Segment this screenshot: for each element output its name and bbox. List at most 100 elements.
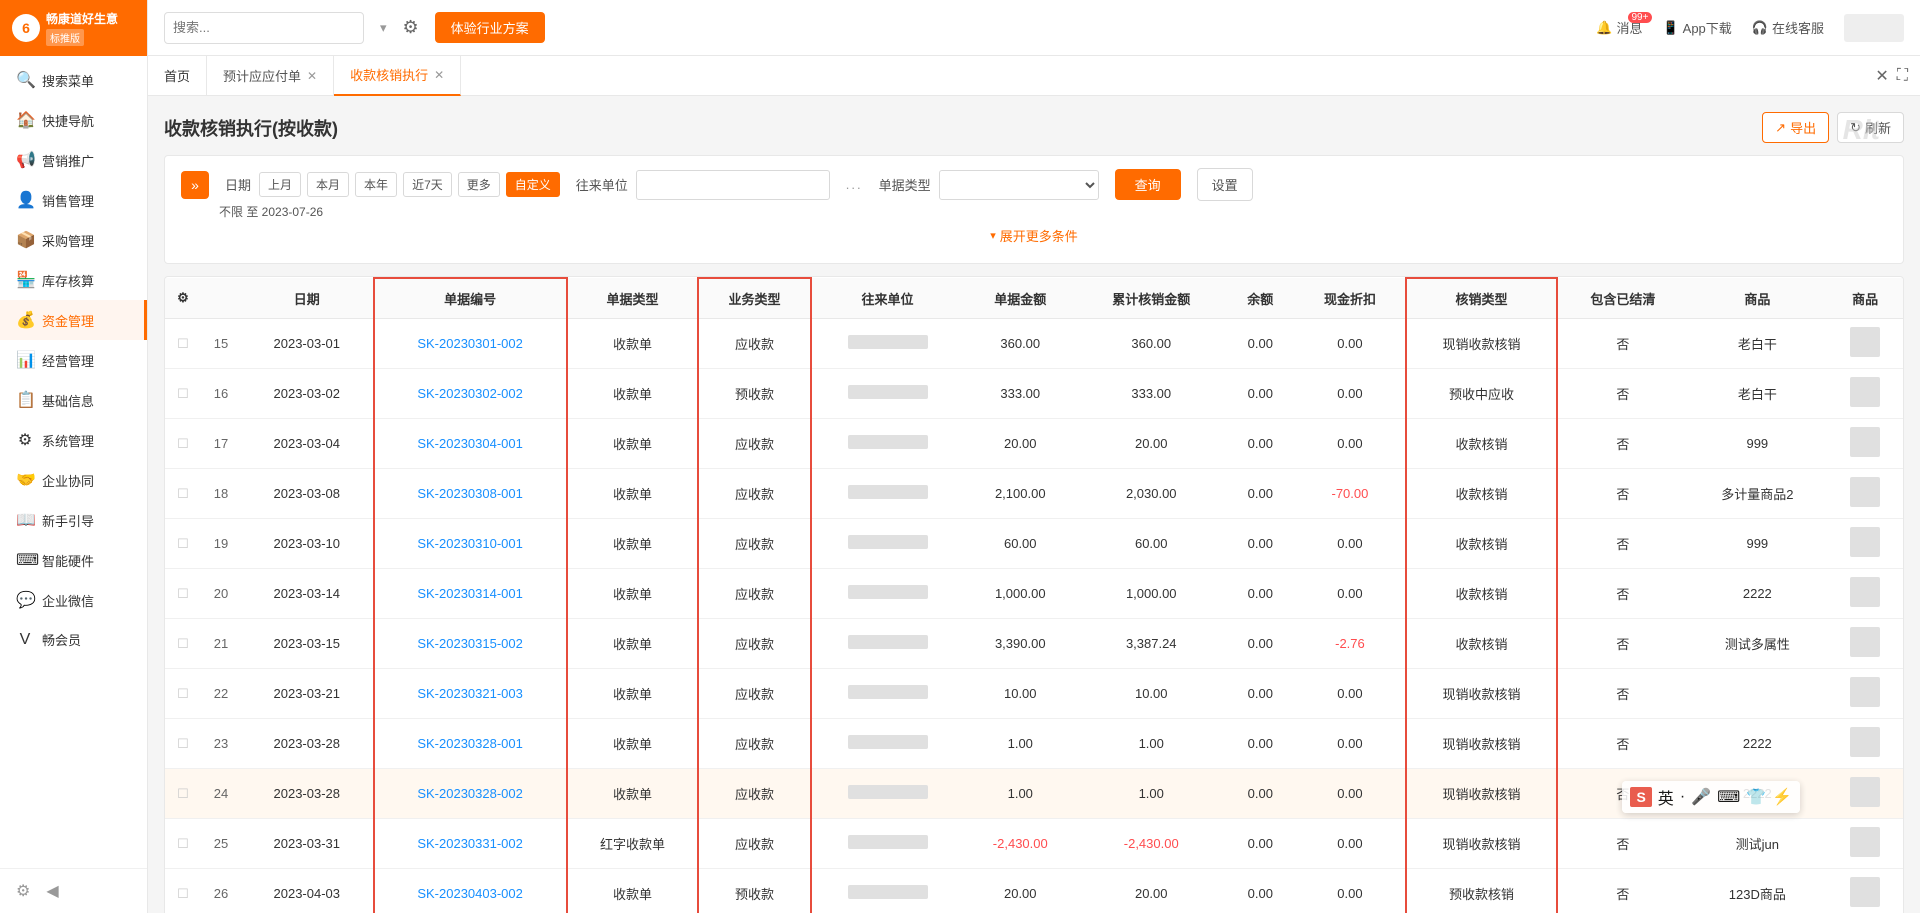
watermark-grid-icon: ⚡ <box>1772 787 1792 807</box>
headset-icon: 🎧 <box>1752 20 1768 36</box>
tab-prepay-close[interactable]: ✕ <box>307 69 317 83</box>
sidebar-item-search[interactable]: 🔍搜索菜单 <box>0 60 147 100</box>
watermark-row: S 英 · 🎤 ⌨ 👕 ⚡ <box>1622 781 1800 813</box>
page-header: 收款核销执行(按收款) ↗ 导出 ↻ 刷新 <box>164 112 1904 143</box>
topbar-gear-icon[interactable]: ⚙ <box>403 17 419 38</box>
row-checkbox[interactable]: ☐ <box>177 886 189 901</box>
table-header-row: ⚙ 日期 单据编号 单据类型 业务类型 往来单位 单据金额 累计核销金额 余额 … <box>165 278 1903 319</box>
inventory-icon: 🏪 <box>16 270 34 290</box>
row-checkbox[interactable]: ☐ <box>177 436 189 451</box>
close-all-icon[interactable]: ✕ <box>1875 66 1888 86</box>
sidebar-item-basicinfo[interactable]: 📋基础信息 <box>0 380 147 420</box>
notification-item[interactable]: 🔔 消息 99+ <box>1596 18 1642 37</box>
watermark-dot: · <box>1680 788 1685 806</box>
filter-btn-7days[interactable]: 近7天 <box>403 172 452 197</box>
watermark-keyboard-icon: ⌨ <box>1717 787 1740 807</box>
tab-collection-close[interactable]: ✕ <box>434 68 444 82</box>
guide-icon: 📖 <box>16 510 34 530</box>
filter-expand-btn[interactable]: » <box>181 171 209 199</box>
filter-partner-input[interactable] <box>636 170 830 200</box>
online-service-item[interactable]: 🎧 在线客服 <box>1752 18 1824 37</box>
sidebar-item-system[interactable]: ⚙系统管理 <box>0 420 147 460</box>
filter-btn-this-month[interactable]: 本月 <box>307 172 349 197</box>
tab-home[interactable]: 首页 <box>148 56 207 96</box>
settings-button[interactable]: 设置 <box>1197 168 1253 201</box>
tab-prepay[interactable]: 预计应应付单 ✕ <box>207 56 334 96</box>
sidebar-item-member[interactable]: V畅会员 <box>0 620 147 659</box>
filter-btn-this-year[interactable]: 本年 <box>355 172 397 197</box>
doc-no-link[interactable]: SK-20230328-001 <box>417 736 523 751</box>
filter-doctype-select[interactable] <box>939 170 1099 200</box>
table-row: ☐162023-03-02SK-20230302-002收款单预收款333.00… <box>165 369 1903 419</box>
tab-collection[interactable]: 收款核销执行 ✕ <box>334 56 461 96</box>
topbar-search-input[interactable] <box>164 12 364 44</box>
row-checkbox[interactable]: ☐ <box>177 486 189 501</box>
doc-no-link[interactable]: SK-20230328-002 <box>417 786 523 801</box>
sidebar-item-purchase[interactable]: 📦采购管理 <box>0 220 147 260</box>
export-button[interactable]: ↗ 导出 <box>1762 112 1829 143</box>
watermark: S 英 · 🎤 ⌨ 👕 ⚡ <box>1622 781 1800 813</box>
table-row: ☐252023-03-31SK-20230331-002红字收款单应收款-2,4… <box>165 819 1903 869</box>
doc-no-link[interactable]: SK-20230302-002 <box>417 386 523 401</box>
row-checkbox[interactable]: ☐ <box>177 586 189 601</box>
table-wrap[interactable]: ⚙ 日期 单据编号 单据类型 业务类型 往来单位 单据金额 累计核销金额 余额 … <box>165 277 1903 913</box>
table-row: ☐152023-03-01SK-20230301-002收款单应收款360.00… <box>165 319 1903 369</box>
app-download-item[interactable]: 📱 App下载 <box>1662 18 1731 37</box>
topbar-dropdown-icon[interactable]: ▾ <box>380 20 387 36</box>
settings-bottom-icon[interactable]: ⚙ <box>16 881 30 901</box>
doc-no-link[interactable]: SK-20230403-002 <box>417 886 523 901</box>
watermark-mic-icon: 🎤 <box>1691 787 1711 807</box>
filter-btn-custom[interactable]: 自定义 <box>506 172 560 197</box>
topbar: ▾ ⚙ 体验行业方案 🔔 消息 99+ 📱 App下载 🎧 在线客服 <box>148 0 1920 56</box>
doc-no-link[interactable]: SK-20230321-003 <box>417 686 523 701</box>
filter-expand-more[interactable]: ▾ 展开更多条件 <box>181 220 1887 251</box>
sidebar-item-wechat[interactable]: 💬企业微信 <box>0 580 147 620</box>
row-checkbox[interactable]: ☐ <box>177 336 189 351</box>
sidebar-item-enterprise[interactable]: 🤝企业协同 <box>0 460 147 500</box>
sidebar-item-guide[interactable]: 📖新手引导 <box>0 500 147 540</box>
sidebar-item-inventory[interactable]: 🏪库存核算 <box>0 260 147 300</box>
filter-btn-last-month[interactable]: 上月 <box>259 172 301 197</box>
doc-no-link[interactable]: SK-20230301-002 <box>417 336 523 351</box>
sidebar-bottom: ⚙ ◀ <box>0 868 147 913</box>
sidebar-item-quicknav[interactable]: 🏠快捷导航 <box>0 100 147 140</box>
doc-no-link[interactable]: SK-20230310-001 <box>417 536 523 551</box>
doc-no-link[interactable]: SK-20230331-002 <box>417 836 523 851</box>
doc-no-link[interactable]: SK-20230314-001 <box>417 586 523 601</box>
row-checkbox[interactable]: ☐ <box>177 786 189 801</box>
row-checkbox[interactable]: ☐ <box>177 836 189 851</box>
fullscreen-icon[interactable]: ⛶ <box>1897 67 1908 85</box>
sidebar-item-marketing[interactable]: 📢营销推广 <box>0 140 147 180</box>
sidebar-item-hardware[interactable]: ⌨智能硬件 <box>0 540 147 580</box>
col-date-header: 日期 <box>241 278 374 319</box>
query-button[interactable]: 查询 <box>1115 169 1181 200</box>
row-checkbox[interactable]: ☐ <box>177 386 189 401</box>
filter-btn-more[interactable]: 更多 <box>458 172 500 197</box>
row-checkbox[interactable]: ☐ <box>177 536 189 551</box>
col-biztype-header: 业务类型 <box>698 278 810 319</box>
row-checkbox[interactable]: ☐ <box>177 636 189 651</box>
watermark-s-icon: S <box>1630 787 1651 807</box>
sidebar-item-finance[interactable]: 💰资金管理 <box>0 300 147 340</box>
col-cancel-type-header: 核销类型 <box>1406 278 1557 319</box>
filter-date-range: 不限 至 2023-07-26 <box>219 203 1887 220</box>
sidebar-item-sales[interactable]: 👤销售管理 <box>0 180 147 220</box>
user-avatar[interactable] <box>1844 14 1904 42</box>
doc-no-link[interactable]: SK-20230308-001 <box>417 486 523 501</box>
filter-date-label: 日期 <box>225 175 251 194</box>
table-row: ☐192023-03-10SK-20230310-001收款单应收款60.006… <box>165 519 1903 569</box>
col-amount-header: 单据金额 <box>964 278 1078 319</box>
row-checkbox[interactable]: ☐ <box>177 736 189 751</box>
doc-no-link[interactable]: SK-20230304-001 <box>417 436 523 451</box>
settings-icon-col[interactable]: ⚙ <box>177 290 189 305</box>
topbar-icons: 🔔 消息 99+ 📱 App下载 🎧 在线客服 <box>1596 14 1904 42</box>
col-settings-header[interactable]: ⚙ <box>165 278 201 319</box>
watermark-icon-1: 英 <box>1658 785 1674 809</box>
doc-no-link[interactable]: SK-20230315-002 <box>417 636 523 651</box>
solution-button[interactable]: 体验行业方案 <box>435 12 545 43</box>
row-checkbox[interactable]: ☐ <box>177 686 189 701</box>
table-row: ☐202023-03-14SK-20230314-001收款单应收款1,000.… <box>165 569 1903 619</box>
sidebar-item-operations[interactable]: 📊经营管理 <box>0 340 147 380</box>
finance-icon: 💰 <box>16 310 34 330</box>
collapse-icon[interactable]: ◀ <box>46 881 58 901</box>
